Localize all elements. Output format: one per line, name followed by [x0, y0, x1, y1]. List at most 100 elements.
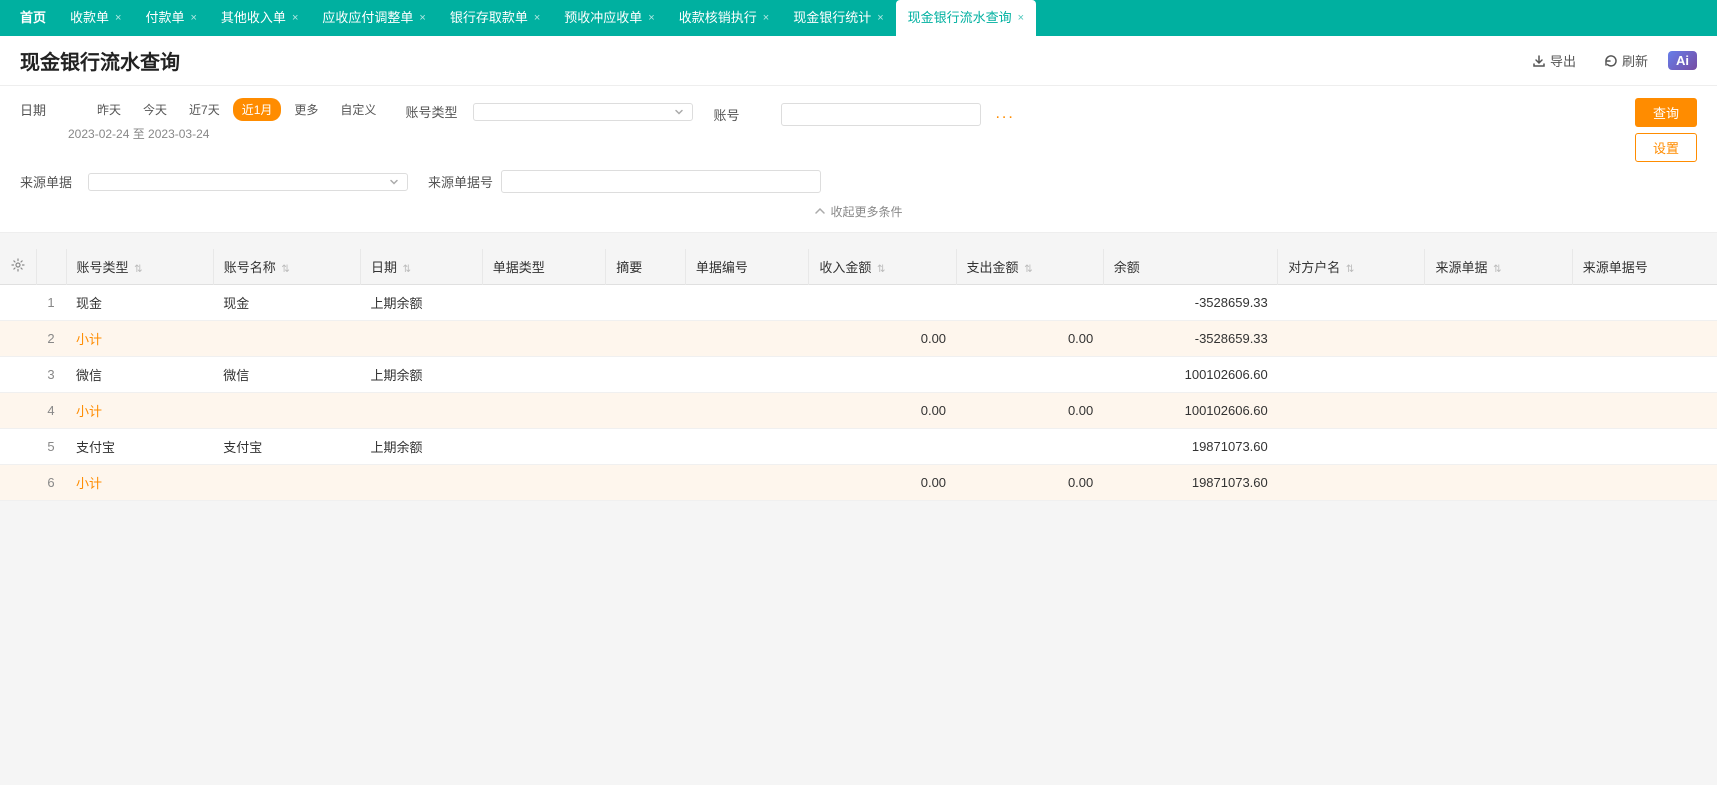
row-voucher-type [482, 357, 606, 393]
sort-icon: ⇅ [1024, 264, 1032, 275]
source-voucher-no-input[interactable] [501, 170, 821, 193]
row-account-name: 微信 [213, 357, 360, 393]
nav-item-stats[interactable]: 现金银行统计 × [781, 0, 895, 36]
nav-label: 其他收入单 [221, 0, 286, 36]
row-counterpart [1278, 465, 1425, 501]
date-today[interactable]: 今天 [134, 98, 176, 121]
row-account-name [213, 393, 360, 429]
row-income [809, 429, 956, 465]
row-index: 5 [36, 429, 66, 465]
row-expense: 0.00 [956, 321, 1103, 357]
counterpart-col-header[interactable]: 对方户名 ⇅ [1278, 249, 1425, 285]
account-type-label: 账号类型 [405, 102, 465, 121]
nav-item-bank[interactable]: 银行存取款单 × [438, 0, 552, 36]
row-income: 0.00 [809, 393, 956, 429]
date-more[interactable]: 更多 [285, 98, 327, 121]
source-voucher-col-header[interactable]: 来源单据 ⇅ [1425, 249, 1572, 285]
income-col-header[interactable]: 收入金额 ⇅ [809, 249, 956, 285]
row-date [360, 321, 482, 357]
row-voucher-type [482, 465, 606, 501]
close-icon[interactable]: × [292, 0, 298, 36]
chevron-down-icon [674, 107, 684, 117]
row-date [360, 393, 482, 429]
row-balance: 19871073.60 [1103, 465, 1278, 501]
voucher-type-col-header: 单据类型 [482, 249, 606, 285]
row-counterpart [1278, 393, 1425, 429]
close-icon[interactable]: × [190, 0, 196, 36]
nav-item-receipt[interactable]: 收款单 × [58, 0, 133, 36]
dots-button[interactable]: ... [989, 102, 1020, 126]
row-source-voucher-no [1572, 465, 1717, 501]
account-type-select[interactable] [473, 103, 693, 121]
close-icon[interactable]: × [763, 0, 769, 36]
row-voucher-no [685, 285, 809, 321]
row-source-voucher-no [1572, 321, 1717, 357]
row-gear [0, 321, 36, 357]
date-yesterday[interactable]: 昨天 [88, 98, 130, 121]
chevron-down-icon [389, 177, 399, 187]
source-voucher-no-col-header: 来源单据号 [1572, 249, 1717, 285]
date-7days[interactable]: 近7天 [180, 98, 229, 121]
table-row: 5支付宝支付宝上期余额19871073.60 [0, 429, 1717, 465]
row-source-voucher-no [1572, 393, 1717, 429]
table-row: 6小计0.000.0019871073.60 [0, 465, 1717, 501]
nav-item-home[interactable]: 首页 [8, 0, 58, 36]
date-label: 日期 [20, 100, 80, 119]
table-row: 1现金现金上期余额-3528659.33 [0, 285, 1717, 321]
row-date: 上期余额 [360, 285, 482, 321]
collapse-bar[interactable]: 收起更多条件 [20, 199, 1697, 224]
row-expense: 0.00 [956, 465, 1103, 501]
main-content: 账号类型 ⇅ 账号名称 ⇅ 日期 ⇅ 单据类型 摘要 [0, 233, 1717, 509]
nav-item-payment[interactable]: 付款单 × [133, 0, 208, 36]
nav-label: 现金银行流水查询 [908, 0, 1012, 36]
account-input[interactable] [781, 103, 981, 126]
nav-home-label: 首页 [20, 0, 46, 36]
nav-label: 收款核销执行 [679, 0, 757, 36]
row-account-type: 小计 [66, 393, 213, 429]
row-index: 6 [36, 465, 66, 501]
table-row: 3微信微信上期余额100102606.60 [0, 357, 1717, 393]
gear-icon [11, 258, 25, 272]
close-icon[interactable]: × [419, 0, 425, 36]
index-col-header [36, 249, 66, 285]
row-balance: 100102606.60 [1103, 357, 1278, 393]
date-1month[interactable]: 近1月 [233, 98, 282, 121]
row-balance: 19871073.60 [1103, 429, 1278, 465]
ai-button[interactable]: Ai [1668, 51, 1697, 70]
collapse-label: 收起更多条件 [830, 203, 902, 220]
nav-label: 银行存取款单 [450, 0, 528, 36]
account-label: 账号 [713, 105, 773, 124]
settings-button[interactable]: 设置 [1635, 133, 1697, 162]
close-icon[interactable]: × [115, 0, 121, 36]
row-counterpart [1278, 357, 1425, 393]
close-icon[interactable]: × [1018, 0, 1024, 36]
nav-item-prepaid[interactable]: 预收冲应收单 × [552, 0, 666, 36]
nav-item-verify[interactable]: 收款核销执行 × [667, 0, 781, 36]
refresh-label: 刷新 [1622, 51, 1648, 70]
expense-col-header[interactable]: 支出金额 ⇅ [956, 249, 1103, 285]
close-icon[interactable]: × [534, 0, 540, 36]
row-summary [606, 285, 686, 321]
date-custom[interactable]: 自定义 [331, 98, 385, 121]
date-col-header[interactable]: 日期 ⇅ [360, 249, 482, 285]
nav-item-flow[interactable]: 现金银行流水查询 × [896, 0, 1036, 36]
source-voucher-select[interactable] [88, 173, 408, 191]
row-expense [956, 357, 1103, 393]
close-icon[interactable]: × [648, 0, 654, 36]
account-name-col-header[interactable]: 账号名称 ⇅ [213, 249, 360, 285]
filter-area: 日期 昨天 今天 近7天 近1月 更多 自定义 2023-02-24 至 202… [0, 86, 1717, 233]
row-counterpart [1278, 285, 1425, 321]
refresh-button[interactable]: 刷新 [1596, 47, 1656, 74]
nav-item-other-income[interactable]: 其他收入单 × [209, 0, 310, 36]
row-account-name [213, 465, 360, 501]
date-range: 2023-02-24 至 2023-03-24 [68, 127, 209, 141]
nav-item-ar-ap[interactable]: 应收应付调整单 × [310, 0, 437, 36]
export-button[interactable]: 导出 [1524, 47, 1584, 74]
account-type-col-header[interactable]: 账号类型 ⇅ [66, 249, 213, 285]
settings-col-header[interactable] [0, 249, 36, 285]
table-row: 2小计0.000.00-3528659.33 [0, 321, 1717, 357]
row-expense: 0.00 [956, 393, 1103, 429]
close-icon[interactable]: × [877, 0, 883, 36]
row-income: 0.00 [809, 321, 956, 357]
query-button[interactable]: 查询 [1635, 98, 1697, 127]
